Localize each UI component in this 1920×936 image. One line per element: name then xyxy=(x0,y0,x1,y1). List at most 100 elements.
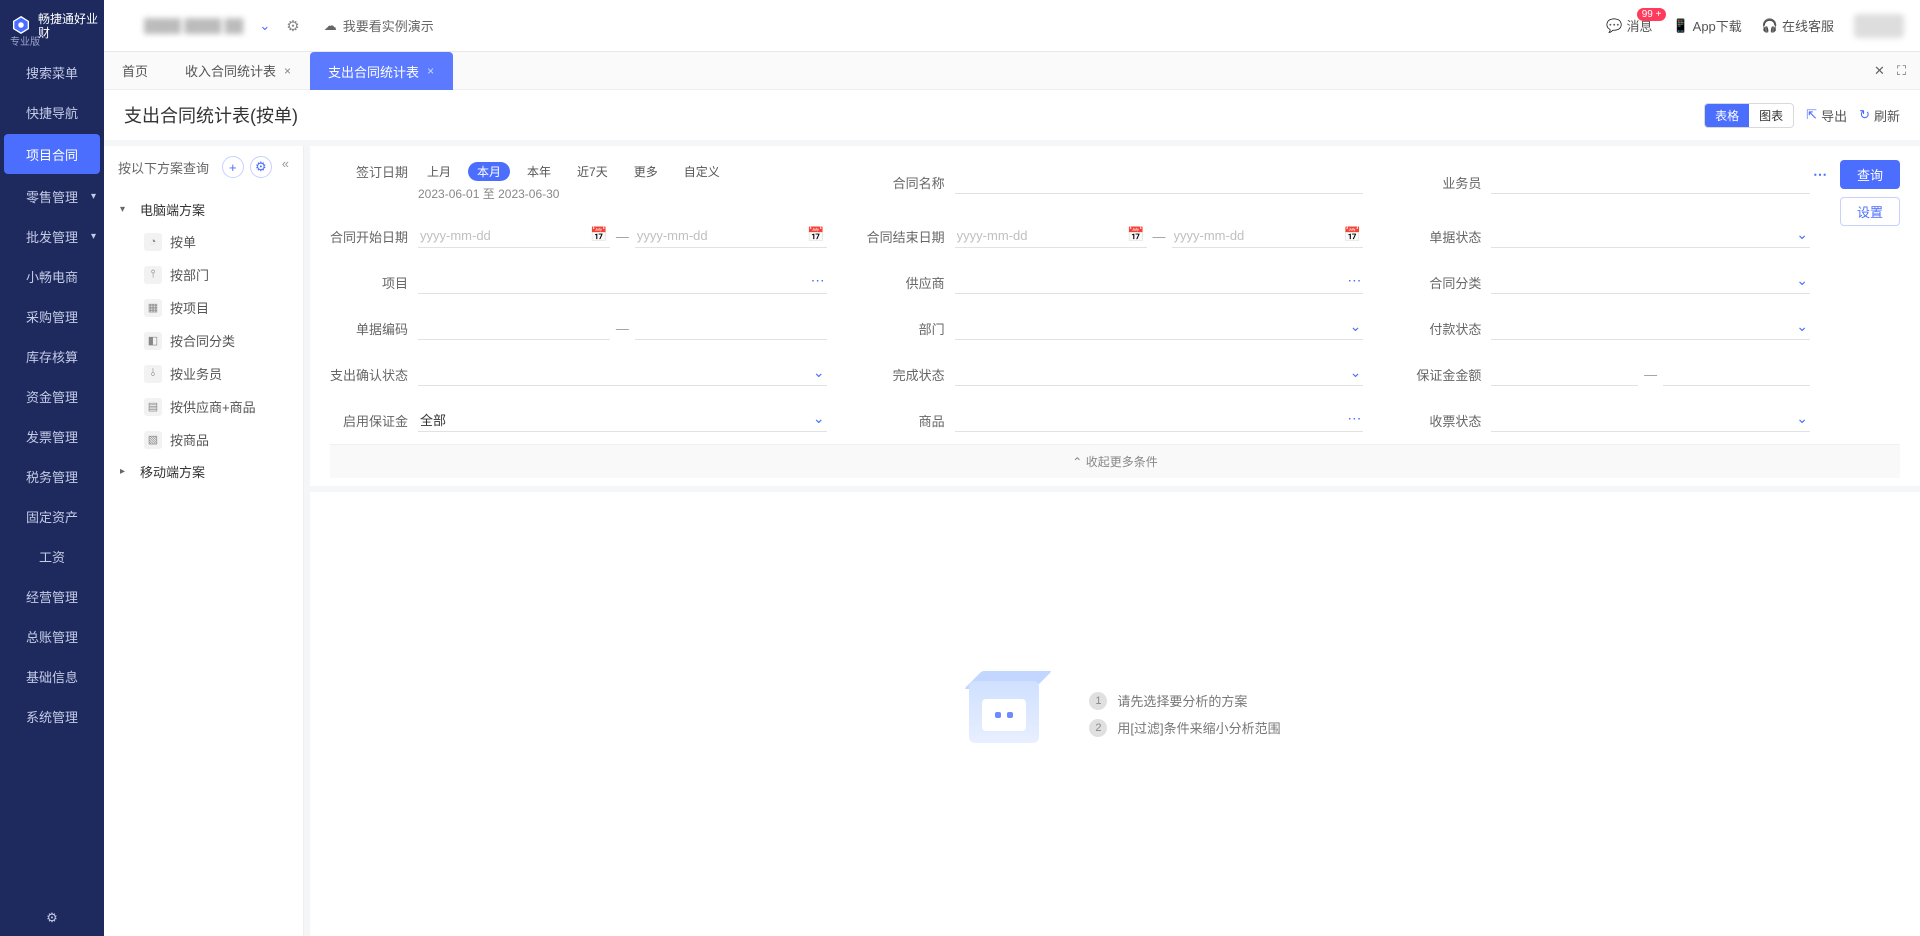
export-button[interactable]: ⇱ 导出 xyxy=(1806,106,1847,125)
app-download-button[interactable]: 📱 App下载 xyxy=(1672,16,1741,35)
start-date-from[interactable] xyxy=(418,224,610,248)
scheme-leaf-6[interactable]: ▧按商品 xyxy=(104,423,303,456)
close-icon[interactable]: × xyxy=(284,64,291,78)
bill-code-from[interactable] xyxy=(418,316,610,340)
salesperson-input[interactable] xyxy=(1491,170,1810,194)
field-complete-status: 完成状态 ⌄ xyxy=(867,362,1364,386)
collapse-filters-button[interactable]: ⌃ 收起更多条件 xyxy=(330,444,1900,478)
chevron-down-icon[interactable]: ⌄ xyxy=(1796,318,1808,335)
tab-2[interactable]: 支出合同统计表× xyxy=(310,52,453,90)
view-chart-button[interactable]: 图表 xyxy=(1749,104,1793,127)
empty-illustration xyxy=(949,659,1059,769)
chevron-down-icon[interactable]: ⌄ xyxy=(1796,226,1808,243)
more-icon[interactable]: ⋯ xyxy=(1813,166,1828,183)
enable-deposit-select[interactable] xyxy=(418,408,827,432)
refresh-button[interactable]: ↻ 刷新 xyxy=(1859,106,1900,125)
more-icon[interactable]: ⋯ xyxy=(811,272,825,289)
date-chip-5[interactable]: 自定义 xyxy=(675,162,729,181)
chevron-down-icon[interactable]: ⌄ xyxy=(1796,272,1808,289)
scheme-leaf-5[interactable]: ▤按供应商+商品 xyxy=(104,390,303,423)
deposit-from[interactable] xyxy=(1491,362,1638,386)
date-chip-3[interactable]: 近7天 xyxy=(568,162,617,181)
more-icon[interactable]: ⋯ xyxy=(1347,272,1361,289)
scheme-settings-button[interactable]: ⚙ xyxy=(250,156,272,178)
query-button[interactable]: 查询 xyxy=(1840,160,1900,189)
contract-name-input[interactable] xyxy=(955,170,1364,194)
sidebar-item-4[interactable]: 批发管理▾ xyxy=(0,216,104,256)
end-date-to[interactable] xyxy=(1172,224,1364,248)
scheme-leaf-0[interactable]: ◔按单 xyxy=(104,225,303,258)
add-scheme-button[interactable]: + xyxy=(222,156,244,178)
deposit-to[interactable] xyxy=(1663,362,1810,386)
app-download-label: App下载 xyxy=(1693,16,1742,35)
chevron-down-icon[interactable]: ⌄ xyxy=(813,364,825,381)
project-input[interactable] xyxy=(418,270,827,294)
sidebar-item-8[interactable]: 资金管理 xyxy=(0,376,104,416)
date-chip-0[interactable]: 上月 xyxy=(418,162,460,181)
bill-status-select[interactable] xyxy=(1491,224,1810,248)
demo-link[interactable]: ☁ 我要看实例演示 xyxy=(324,16,434,35)
sidebar-settings-icon[interactable]: ⚙ xyxy=(46,910,58,926)
scheme-group-mobile[interactable]: ▸ 移动端方案 xyxy=(104,456,303,487)
tab-1[interactable]: 收入合同统计表× xyxy=(167,52,310,89)
calendar-icon[interactable]: 📅 xyxy=(1344,226,1361,243)
sidebar-item-16[interactable]: 系统管理 xyxy=(0,696,104,736)
supplier-input[interactable] xyxy=(955,270,1364,294)
date-chip-2[interactable]: 本年 xyxy=(518,162,560,181)
sidebar-item-14[interactable]: 总账管理 xyxy=(0,616,104,656)
sidebar-item-15[interactable]: 基础信息 xyxy=(0,656,104,696)
more-icon[interactable]: ⋯ xyxy=(1347,410,1361,427)
sidebar-item-7[interactable]: 库存核算 xyxy=(0,336,104,376)
chevron-down-icon[interactable]: ⌄ xyxy=(1350,318,1362,335)
close-icon[interactable]: × xyxy=(427,64,434,78)
sidebar-item-3[interactable]: 零售管理▾ xyxy=(0,176,104,216)
chevron-down-icon[interactable]: ⌄ xyxy=(813,410,825,427)
view-table-button[interactable]: 表格 xyxy=(1705,104,1749,127)
sidebar-item-0[interactable]: 搜索菜单 xyxy=(0,52,104,92)
product-input[interactable] xyxy=(955,408,1364,432)
date-chip-4[interactable]: 更多 xyxy=(625,162,667,181)
scheme-leaf-3[interactable]: ◧按合同分类 xyxy=(104,324,303,357)
fullscreen-icon[interactable]: ⛶ xyxy=(1897,63,1906,79)
chevron-down-icon[interactable]: ⌄ xyxy=(1796,410,1808,427)
scheme-group-desktop[interactable]: ▾ 电脑端方案 xyxy=(104,194,303,225)
payment-status-select[interactable] xyxy=(1491,316,1810,340)
scheme-leaf-4[interactable]: ⫰按业务员 xyxy=(104,357,303,390)
sidebar-item-13[interactable]: 经营管理 xyxy=(0,576,104,616)
tab-0[interactable]: 首页 xyxy=(104,52,167,89)
headset-icon: 🎧 xyxy=(1762,18,1778,34)
calendar-icon[interactable]: 📅 xyxy=(1127,226,1144,243)
sidebar-item-10[interactable]: 税务管理 xyxy=(0,456,104,496)
user-avatar[interactable] xyxy=(1854,14,1904,38)
scheme-leaf-1[interactable]: ⫯按部门 xyxy=(104,258,303,291)
contract-type-select[interactable] xyxy=(1491,270,1810,294)
end-date-from[interactable] xyxy=(955,224,1147,248)
customer-service-button[interactable]: 🎧 在线客服 xyxy=(1762,16,1834,35)
scheme-leaf-2[interactable]: ▦按项目 xyxy=(104,291,303,324)
sidebar-item-5[interactable]: 小畅电商 xyxy=(0,256,104,296)
start-date-to[interactable] xyxy=(635,224,827,248)
messages-button[interactable]: 💬 消息 99 + xyxy=(1606,16,1652,35)
confirm-status-select[interactable] xyxy=(418,362,827,386)
sidebar-item-9[interactable]: 发票管理 xyxy=(0,416,104,456)
empty-step-2: 2 用[过滤]条件来缩小分析范围 xyxy=(1089,714,1280,741)
sidebar-item-6[interactable]: 采购管理 xyxy=(0,296,104,336)
complete-status-select[interactable] xyxy=(955,362,1364,386)
sidebar-item-12[interactable]: 工资 xyxy=(0,536,104,576)
gear-icon[interactable]: ⚙ xyxy=(286,17,299,35)
calendar-icon[interactable]: 📅 xyxy=(590,226,607,243)
sidebar-item-1[interactable]: 快捷导航 xyxy=(0,92,104,132)
department-select[interactable] xyxy=(955,316,1364,340)
close-all-icon[interactable]: ✕ xyxy=(1874,63,1885,79)
sidebar-item-2[interactable]: 项目合同 xyxy=(4,134,100,174)
chevron-up-icon: ⌃ xyxy=(1072,455,1082,469)
company-selector[interactable]: ████ ████ ██ ⌄ xyxy=(136,18,270,34)
receipt-status-select[interactable] xyxy=(1491,408,1810,432)
settings-button[interactable]: 设置 xyxy=(1840,197,1900,226)
sidebar-item-11[interactable]: 固定资产 xyxy=(0,496,104,536)
calendar-icon[interactable]: 📅 xyxy=(807,226,824,243)
collapse-panel-icon[interactable]: « xyxy=(278,156,293,178)
bill-code-to[interactable] xyxy=(635,316,827,340)
chevron-down-icon[interactable]: ⌄ xyxy=(1350,364,1362,381)
date-chip-1[interactable]: 本月 xyxy=(468,162,510,181)
